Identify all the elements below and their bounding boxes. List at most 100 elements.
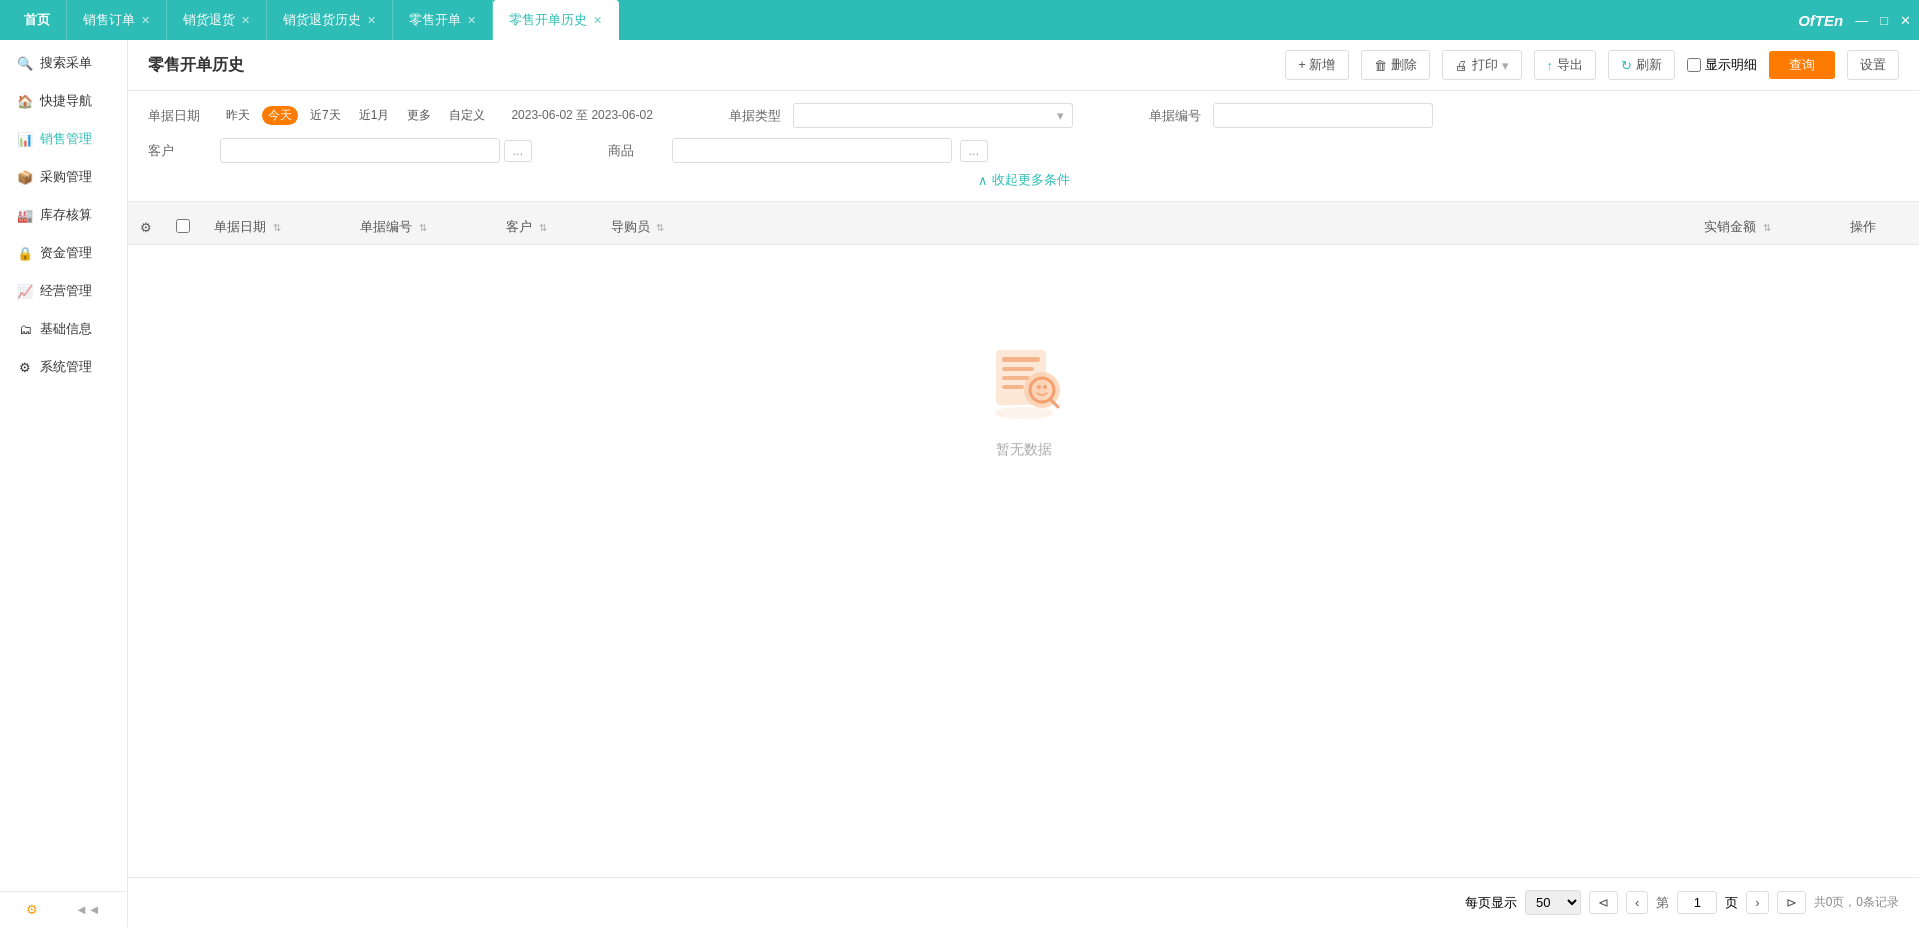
- close-icon[interactable]: ✕: [593, 14, 602, 27]
- col-guide: 导购员 ⇅: [599, 210, 724, 245]
- sort-customer-icon[interactable]: ⇅: [539, 222, 547, 233]
- minimize-button[interactable]: —: [1855, 13, 1868, 28]
- tab-home-label: 首页: [24, 11, 50, 29]
- delete-icon: 🗑: [1374, 58, 1387, 73]
- sidebar-item-sales-mgmt[interactable]: 📊 销售管理: [0, 120, 127, 158]
- warehouse-icon: 🏭: [16, 206, 34, 224]
- goods-filter: 商品 ...: [608, 138, 988, 163]
- empty-text: 暂无数据: [996, 441, 1052, 459]
- col-date: 单据日期 ⇅: [202, 210, 348, 245]
- add-button[interactable]: + 新增: [1285, 50, 1348, 80]
- print-button[interactable]: 🖨 打印 ▾: [1442, 50, 1522, 80]
- toolbar: + 新增 🗑 删除 🖨 打印 ▾ ↑ 导出 ↻ 刷新: [1285, 50, 1899, 80]
- sidebar-item-finance[interactable]: 🔒 资金管理: [0, 234, 127, 272]
- tab-home[interactable]: 首页: [8, 0, 67, 40]
- goods-ellipsis-button[interactable]: ...: [960, 140, 988, 162]
- tab-sales-return[interactable]: 销货退货 ✕: [167, 0, 267, 40]
- sidebar-item-sales-mgmt-label: 销售管理: [40, 130, 92, 148]
- type-filter: 单据类型 ▾: [729, 103, 1073, 128]
- customer-filter-input[interactable]: [220, 138, 500, 163]
- col-customer-label: 客户: [506, 219, 532, 234]
- col-date-label: 单据日期: [214, 219, 266, 234]
- per-page-select[interactable]: 50 10 20 100: [1525, 890, 1581, 915]
- page-suffix-label: 页: [1725, 894, 1738, 912]
- sidebar-search[interactable]: 🔍 搜索采单: [0, 44, 127, 82]
- column-settings-icon[interactable]: ⚙: [140, 220, 152, 235]
- export-button[interactable]: ↑ 导出: [1534, 50, 1597, 80]
- shortcut-yesterday[interactable]: 昨天: [220, 106, 256, 125]
- sidebar-item-inventory-label: 库存核算: [40, 206, 92, 224]
- last-page-button[interactable]: ⊳: [1777, 891, 1806, 914]
- close-button[interactable]: ✕: [1900, 13, 1911, 28]
- first-page-button[interactable]: ⊲: [1589, 891, 1618, 914]
- settings-config-button[interactable]: 设置: [1847, 50, 1899, 80]
- next-page-button[interactable]: ›: [1746, 891, 1768, 914]
- sort-number-icon[interactable]: ⇅: [419, 222, 427, 233]
- shortcut-more[interactable]: 更多: [401, 106, 437, 125]
- sort-amount-icon[interactable]: ⇅: [1763, 222, 1771, 233]
- close-icon[interactable]: ✕: [467, 14, 476, 27]
- tab-retail-open[interactable]: 零售开单 ✕: [393, 0, 493, 40]
- search-icon: 🔍: [16, 54, 34, 72]
- filter-section: 单据日期 昨天 今天 近7天 近1月 更多 自定义 2023-06-02 至 2…: [128, 91, 1919, 163]
- sidebar-item-operations[interactable]: 📈 经营管理: [0, 272, 127, 310]
- tab-sales-order[interactable]: 销售订单 ✕: [67, 0, 167, 40]
- close-icon[interactable]: ✕: [241, 14, 250, 27]
- sidebar-settings-button[interactable]: ⚙: [26, 902, 38, 917]
- tab-retail-open-label: 零售开单: [409, 11, 461, 29]
- tab-retail-history[interactable]: 零售开单历史 ✕: [493, 0, 619, 40]
- number-filter-label: 单据编号: [1149, 107, 1205, 125]
- tab-sales-order-label: 销售订单: [83, 11, 135, 29]
- shortcut-custom[interactable]: 自定义: [443, 106, 491, 125]
- tab-bar: 首页 销售订单 ✕ 销货退货 ✕ 销货退货历史 ✕ 零售开单 ✕ 零售开单历史 …: [0, 0, 1919, 40]
- per-page-label: 每页显示: [1465, 894, 1517, 912]
- col-guide-label: 导购员: [611, 219, 650, 234]
- delete-button[interactable]: 🗑 删除: [1361, 50, 1430, 80]
- close-icon[interactable]: ✕: [367, 14, 376, 27]
- sidebar-item-basic-info[interactable]: 🗂 基础信息: [0, 310, 127, 348]
- sidebar-item-purchase-mgmt[interactable]: 📦 采购管理: [0, 158, 127, 196]
- chart-icon: 📊: [16, 130, 34, 148]
- table-head: ⚙ 单据日期 ⇅ 单据编号 ⇅: [128, 210, 1919, 245]
- sidebar: 🔍 搜索采单 🏠 快捷导航 📊 销售管理 📦 采购管理 🏭 库存核算 🔒 资金管…: [0, 40, 128, 927]
- collapse-row: ∧ 收起更多条件: [148, 167, 1899, 193]
- sidebar-collapse-button[interactable]: ◄◄: [75, 902, 101, 917]
- collapse-button[interactable]: ∧ 收起更多条件: [978, 171, 1070, 189]
- maximize-button[interactable]: □: [1880, 13, 1888, 28]
- display-detail-checkbox[interactable]: [1687, 58, 1701, 72]
- type-filter-label: 单据类型: [729, 107, 785, 125]
- shortcut-1month[interactable]: 近1月: [353, 106, 396, 125]
- sort-guide-icon[interactable]: ⇅: [656, 222, 664, 233]
- sidebar-item-quick-nav[interactable]: 🏠 快捷导航: [0, 82, 127, 120]
- goods-filter-input[interactable]: [672, 138, 952, 163]
- customer-ellipsis-button[interactable]: ...: [504, 140, 532, 162]
- prev-page-button[interactable]: ‹: [1626, 891, 1648, 914]
- sidebar-item-system[interactable]: ⚙ 系统管理: [0, 348, 127, 386]
- filter-collapse-area: ∧ 收起更多条件: [128, 163, 1919, 202]
- col-checkbox: [164, 210, 202, 245]
- col-action-label: 操作: [1850, 219, 1876, 234]
- display-detail-toggle[interactable]: 显示明细: [1687, 56, 1757, 74]
- sidebar-item-basic-info-label: 基础信息: [40, 320, 92, 338]
- select-all-checkbox[interactable]: [176, 219, 190, 233]
- refresh-button[interactable]: ↻ 刷新: [1608, 50, 1675, 80]
- query-button[interactable]: 查询: [1769, 51, 1835, 79]
- brand-label: OfTEn: [1798, 12, 1843, 29]
- close-icon[interactable]: ✕: [141, 14, 150, 27]
- sidebar-item-inventory[interactable]: 🏭 库存核算: [0, 196, 127, 234]
- number-filter-input[interactable]: [1213, 103, 1433, 128]
- empty-illustration: [974, 325, 1074, 425]
- refresh-icon: ↻: [1621, 58, 1632, 73]
- shortcut-today[interactable]: 今天: [262, 106, 298, 125]
- col-settings: ⚙: [128, 210, 164, 245]
- main-layout: 🔍 搜索采单 🏠 快捷导航 📊 销售管理 📦 采购管理 🏭 库存核算 🔒 资金管…: [0, 40, 1919, 927]
- col-number: 单据编号 ⇅: [348, 210, 494, 245]
- sort-date-icon[interactable]: ⇅: [273, 222, 281, 233]
- goods-filter-label: 商品: [608, 142, 664, 160]
- shortcut-7days[interactable]: 近7天: [304, 106, 347, 125]
- customer-filter-input-group: ...: [220, 138, 532, 163]
- col-amount-label: 实销金额: [1704, 219, 1756, 234]
- tab-sales-return-history[interactable]: 销货退货历史 ✕: [267, 0, 393, 40]
- type-filter-select[interactable]: ▾: [793, 103, 1073, 128]
- page-number-input[interactable]: [1677, 891, 1717, 914]
